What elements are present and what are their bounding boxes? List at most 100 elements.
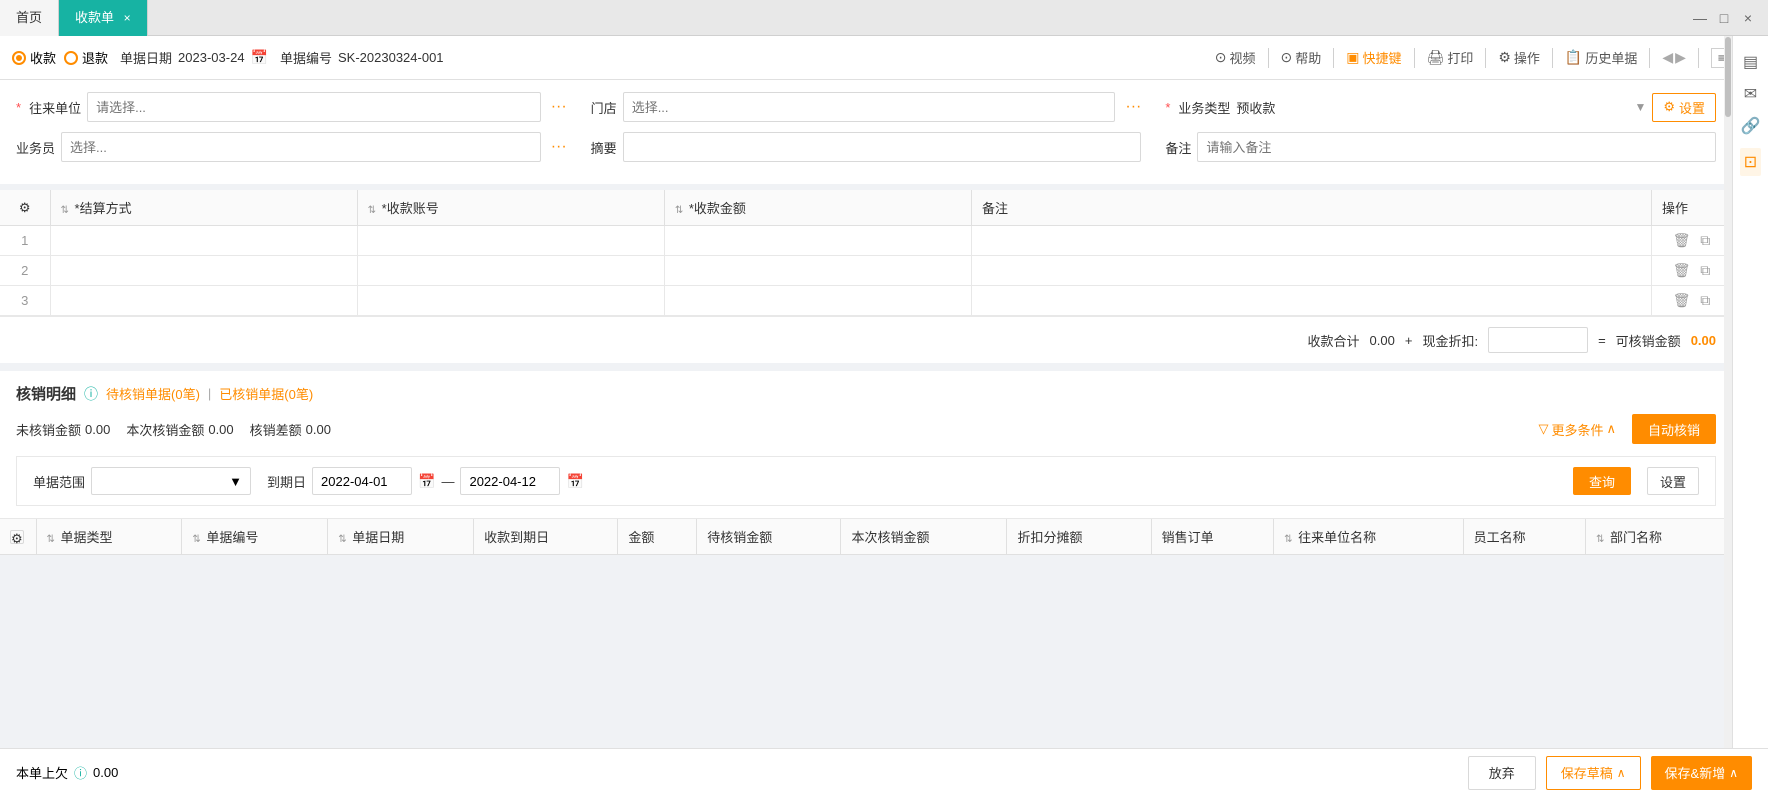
query-btn[interactable]: 查询 <box>1573 467 1631 495</box>
table-row: 2 🗑 ⧉ <box>0 256 1732 286</box>
calendar-start-icon[interactable]: 📅 <box>418 473 435 490</box>
table-row: 1 🗑 ⧉ <box>0 226 1732 256</box>
row-delete-icon[interactable]: 🗑 <box>1673 232 1691 248</box>
date-field: 单据日期 2023-03-24 📅 <box>120 48 268 67</box>
abandon-btn[interactable]: 放弃 <box>1468 756 1536 790</box>
employee-more-icon[interactable]: ··· <box>551 138 567 156</box>
print-icon: 🖨 <box>1427 49 1445 66</box>
total-label: 收款合计 <box>1308 331 1360 350</box>
done-tab[interactable]: 已核销单据(0笔) <box>219 384 313 403</box>
more-conditions-btn[interactable]: ▽ 更多条件 ∧ <box>1538 420 1616 439</box>
plus-sign: + <box>1405 333 1413 348</box>
footer-info-icon[interactable]: ⓘ <box>74 763 87 782</box>
calendar-end-icon[interactable]: 📅 <box>566 473 583 490</box>
verify-section: 核销明细 ⓘ 待核销单据(0笔) | 已核销单据(0笔) 未核销金额 0.00 … <box>0 371 1732 518</box>
col-amount-header: ⇅ *收款金额 <box>664 190 971 226</box>
range-select[interactable]: ▼ <box>91 467 251 495</box>
business-type-select[interactable]: 预收款 ▼ <box>1236 98 1646 117</box>
tab-home[interactable]: 首页 <box>0 0 59 36</box>
select-all-checkbox[interactable]: ⚙ <box>10 530 24 544</box>
row-copy-icon[interactable]: ⧉ <box>1700 232 1710 248</box>
remark-label: 备注 <box>1165 138 1191 157</box>
date-value: 2023-03-24 <box>178 50 245 65</box>
sidebar-scan-icon[interactable]: ⊡ <box>1740 148 1761 176</box>
counterpart-field: * 往来单位 ··· <box>16 92 567 122</box>
uncancelled-stat: 未核销金额 0.00 <box>16 420 110 439</box>
date-label: 单据日期 <box>120 48 172 67</box>
shortcut-btn[interactable]: ▣ 快捷键 <box>1346 48 1401 67</box>
maximize-btn[interactable]: □ <box>1716 10 1732 26</box>
help-icon: ⊙ <box>1281 49 1293 66</box>
store-label: 门店 <box>591 98 617 117</box>
operations-icon: ⚙ <box>1498 49 1511 66</box>
tab-receipt[interactable]: 收款单 × <box>59 0 148 36</box>
scroll-track <box>1724 36 1732 748</box>
dept-name-header: ⇅ 部门名称 <box>1586 519 1732 555</box>
employee-input[interactable] <box>61 132 541 162</box>
col-account-header: ⇅ *收款账号 <box>357 190 664 226</box>
verify-info-icon[interactable]: ⓘ <box>84 384 98 404</box>
draft-arrow-icon: ∧ <box>1617 766 1626 780</box>
store-more-icon[interactable]: ··· <box>1125 98 1141 116</box>
operations-btn[interactable]: ⚙ 操作 <box>1498 48 1540 67</box>
print-btn[interactable]: 🖨 打印 <box>1427 48 1474 67</box>
footer-actions: 放弃 保存草稿 ∧ 保存&新增 ∧ <box>1468 756 1752 790</box>
summary-input[interactable] <box>623 132 1142 162</box>
sidebar-table-icon[interactable]: ▤ <box>1743 52 1758 72</box>
counterpart-input[interactable] <box>87 92 541 122</box>
store-input[interactable] <box>623 92 1116 122</box>
footer-bar: 本单上欠 ⓘ 0.00 放弃 保存草稿 ∧ 保存&新增 ∧ <box>0 748 1768 796</box>
pending-tab[interactable]: 待核销单据(0笔) <box>106 384 200 403</box>
tab-close-icon[interactable]: × <box>124 11 131 25</box>
auto-verify-btn[interactable]: 自动核销 <box>1632 414 1716 444</box>
diff-stat: 核销差额 0.00 <box>250 420 331 439</box>
scroll-thumb[interactable] <box>1725 37 1731 117</box>
row-delete-icon[interactable]: 🗑 <box>1673 292 1691 308</box>
radio-receipt[interactable]: 收款 <box>12 48 56 67</box>
due-date-field: 到期日 📅 — 📅 <box>267 467 584 495</box>
business-type-value: 预收款 <box>1236 98 1275 117</box>
draft-btn[interactable]: 保存草稿 ∧ <box>1546 756 1641 790</box>
date-picker-icon[interactable]: 📅 <box>251 49 268 66</box>
discount-input[interactable] <box>1488 327 1588 353</box>
bill-label: 单据编号 <box>280 48 332 67</box>
verify-title-text: 核销明细 <box>16 383 76 404</box>
save-new-btn[interactable]: 保存&新增 ∧ <box>1651 756 1752 790</box>
row-delete-icon[interactable]: 🗑 <box>1673 262 1691 278</box>
sidebar-link-icon[interactable]: 🔗 <box>1741 116 1761 136</box>
radio-refund[interactable]: 退款 <box>64 48 108 67</box>
col-settlement-header: ⇅ *结算方式 <box>50 190 357 226</box>
verify-stats: 未核销金额 0.00 本次核销金额 0.00 核销差额 0.00 ▽ 更多条件 … <box>16 414 1716 444</box>
sidebar-mail-icon[interactable]: ✉ <box>1744 84 1757 104</box>
filter-icon: ▽ <box>1538 421 1548 437</box>
settings-btn[interactable]: ⚙ 设置 <box>1652 93 1716 122</box>
col-setting-header[interactable]: ⚙ <box>0 190 50 226</box>
remark-input[interactable] <box>1197 132 1716 162</box>
next-arrow[interactable]: ▶ <box>1675 49 1686 66</box>
minimize-btn[interactable]: — <box>1692 10 1708 26</box>
bottom-table-section: ⚙ ⇅ 单据类型 ⇅ 单据编号 ⇅ 单据日期 收款到期日 金额 <box>0 518 1732 555</box>
help-btn[interactable]: ⊙ 帮助 <box>1281 48 1322 67</box>
remark-field: 备注 <box>1165 132 1716 162</box>
prev-arrow[interactable]: ◀ <box>1662 49 1673 66</box>
video-icon: ⊙ <box>1215 49 1227 66</box>
current-amount-header: 本次核销金额 <box>841 519 1007 555</box>
type-dropdown-icon: ▼ <box>1634 100 1646 114</box>
settings-icon: ⚙ <box>1663 99 1675 115</box>
discount-label: 现金折扣: <box>1422 331 1478 350</box>
video-btn[interactable]: ⊙ 视频 <box>1215 48 1256 67</box>
verify-settings-btn[interactable]: 设置 <box>1647 467 1699 495</box>
close-btn[interactable]: × <box>1740 10 1756 26</box>
row-copy-icon[interactable]: ⧉ <box>1700 262 1710 278</box>
date-start-input[interactable] <box>312 467 412 495</box>
range-field: 单据范围 ▼ <box>33 467 251 495</box>
counterpart-more-icon[interactable]: ··· <box>551 98 567 116</box>
employee-field: 业务员 ··· <box>16 132 567 162</box>
form-row-2: 业务员 ··· 摘要 备注 <box>16 132 1716 162</box>
receipt-table: ⚙ ⇅ *结算方式 ⇅ *收款账号 ⇅ *收款金额 备注 <box>0 190 1732 316</box>
row-copy-icon[interactable]: ⧉ <box>1700 292 1710 308</box>
total-value: 0.00 <box>1370 333 1395 348</box>
date-end-input[interactable] <box>460 467 560 495</box>
history-btn[interactable]: 📋 历史单据 <box>1565 48 1637 67</box>
col-ops-header: 操作 <box>1652 190 1732 226</box>
